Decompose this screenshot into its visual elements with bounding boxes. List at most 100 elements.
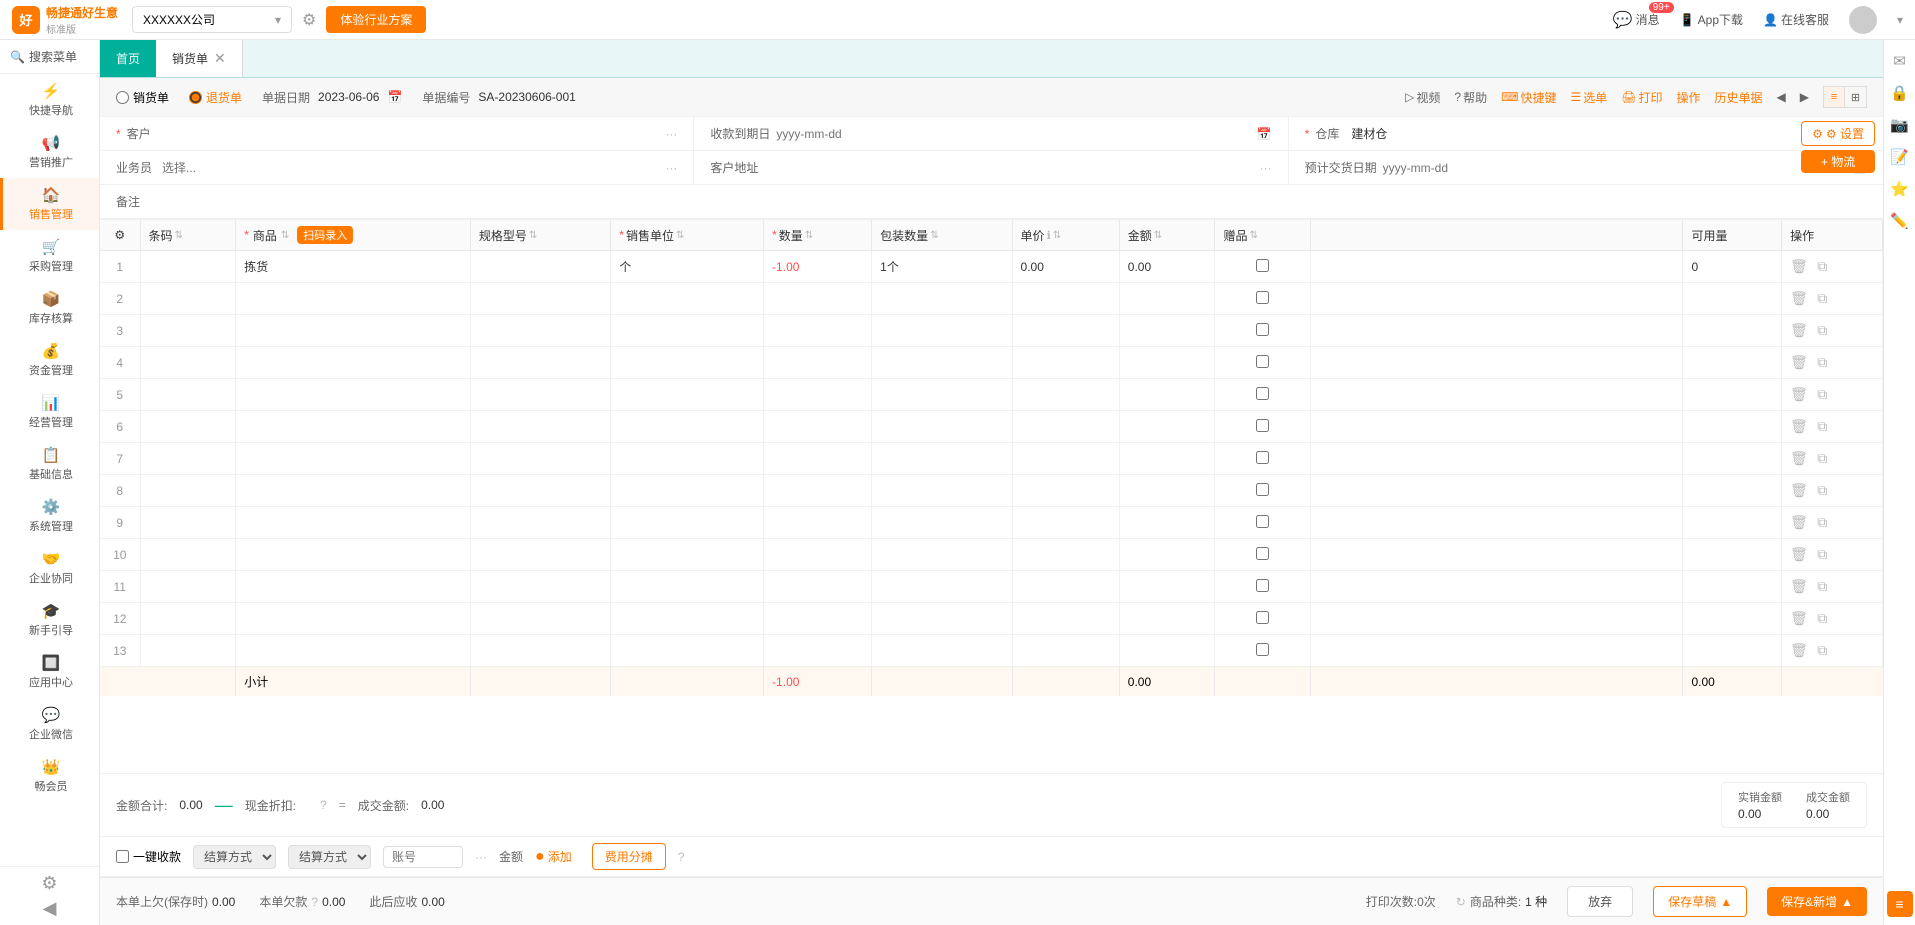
payment-account-input[interactable] — [383, 846, 463, 868]
payment-account-select[interactable]: 结算方式 — [288, 845, 371, 869]
sidebar-item-basic-info[interactable]: 📋 基础信息 — [0, 438, 99, 490]
customer-address-field[interactable]: 客户地址 ··· — [694, 151, 1288, 185]
gear-icon[interactable]: ⚙ — [302, 10, 316, 30]
sidebar-item-management[interactable]: 📊 经营管理 — [0, 386, 99, 438]
delete-row-btn[interactable]: 🗑 — [1790, 482, 1808, 498]
payment-method-select[interactable]: 结算方式 — [193, 845, 276, 869]
save-draft-btn[interactable]: 保存草稿 ▲ — [1653, 886, 1747, 917]
save-new-btn[interactable]: 保存&新增 ▲ — [1767, 887, 1867, 916]
sidebar-item-marketing[interactable]: 📢 营销推广 — [0, 126, 99, 178]
bill-type-return[interactable]: 退货单 — [189, 89, 242, 106]
gift-checkbox[interactable] — [1256, 547, 1269, 560]
gift-checkbox[interactable] — [1256, 259, 1269, 272]
gift-checkbox[interactable] — [1256, 643, 1269, 656]
gift-checkbox[interactable] — [1256, 323, 1269, 336]
gift-checkbox[interactable] — [1256, 291, 1269, 304]
sort-price-icon[interactable]: ⇅ — [1053, 230, 1061, 241]
gift-checkbox[interactable] — [1256, 515, 1269, 528]
sidebar-item-purchase[interactable]: 🛒 采购管理 — [0, 230, 99, 282]
tab-home[interactable]: 首页 — [100, 40, 156, 77]
settings-gear-icon[interactable]: ⚙ — [114, 228, 125, 242]
delivery-date-field[interactable]: 预计交货日期 📅 — [1289, 151, 1883, 185]
gift-checkbox[interactable] — [1256, 483, 1269, 496]
help-q-icon[interactable]: ? — [320, 798, 327, 812]
bill-type-sales[interactable]: 销货单 — [116, 89, 169, 106]
copy-row-btn[interactable]: ⧉ — [1817, 354, 1827, 370]
avatar[interactable] — [1849, 6, 1877, 34]
grid-view-btn[interactable]: ⊞ — [1845, 86, 1867, 108]
sort-qty-icon[interactable]: ⇅ — [805, 230, 813, 241]
print-btn[interactable]: 🖨 打印 — [1621, 89, 1662, 106]
copy-row-btn[interactable]: ⧉ — [1817, 418, 1827, 434]
copy-row-btn[interactable]: ⧉ — [1817, 450, 1827, 466]
delete-row-btn[interactable]: 🗑 — [1790, 450, 1808, 466]
calendar-icon[interactable]: 📅 — [387, 90, 402, 104]
salesperson-ellipsis[interactable]: ··· — [665, 161, 677, 175]
sidebar-item-wechat[interactable]: 💬 企业微信 — [0, 698, 99, 750]
sidebar-collapse-btn[interactable]: ◀ — [43, 898, 57, 919]
copy-row-btn[interactable]: ⧉ — [1817, 546, 1827, 562]
gift-checkbox[interactable] — [1256, 355, 1269, 368]
salesperson-input[interactable] — [162, 161, 659, 175]
delete-row-btn[interactable]: 🗑 — [1790, 322, 1808, 338]
payment-date-field[interactable]: 收款到期日 📅 — [694, 117, 1288, 151]
sort-amount-icon[interactable]: ⇅ — [1154, 230, 1162, 241]
sort-spec-icon[interactable]: ⇅ — [529, 230, 537, 241]
video-btn[interactable]: ▷ 视频 — [1405, 89, 1440, 106]
sort-unit-icon[interactable]: ⇅ — [676, 230, 684, 241]
sidebar-item-apps[interactable]: 🔲 应用中心 — [0, 646, 99, 698]
salesperson-field[interactable]: 业务员 ··· — [100, 151, 694, 185]
shortcut-btn[interactable]: ⌨ 快捷键 — [1501, 89, 1556, 106]
sidebar-search[interactable]: 🔍 搜索菜单 — [0, 40, 99, 74]
payment-help-icon[interactable]: ? — [678, 850, 685, 864]
sidebar-item-finance[interactable]: 💰 资金管理 — [0, 334, 99, 386]
remark-field[interactable]: 备注 — [100, 185, 1883, 219]
history-btn[interactable]: 历史单据 — [1715, 89, 1763, 106]
address-input[interactable] — [764, 161, 1253, 175]
gift-checkbox[interactable] — [1256, 579, 1269, 592]
online-support-btn[interactable]: 👤 在线客服 — [1763, 11, 1829, 28]
trial-btn[interactable]: 体验行业方案 — [326, 6, 426, 33]
list-view-btn[interactable]: ≡ — [1823, 86, 1845, 108]
delete-row-btn[interactable]: 🗑 — [1790, 354, 1808, 370]
address-ellipsis[interactable]: ··· — [1260, 161, 1272, 175]
prev-nav-btn[interactable]: ◀ — [1777, 90, 1786, 104]
copy-row-btn[interactable]: ⧉ — [1817, 322, 1827, 338]
rp-lock-icon[interactable]: 🔒 — [1887, 80, 1913, 106]
sort-gift-icon[interactable]: ⇅ — [1249, 230, 1257, 241]
minus-icon[interactable]: — — [215, 795, 233, 816]
copy-row-btn[interactable]: ⧉ — [1817, 386, 1827, 402]
sidebar-item-cooperation[interactable]: 🤝 企业协同 — [0, 542, 99, 594]
delete-row-btn[interactable]: 🗑 — [1790, 514, 1808, 530]
select-bill-btn[interactable]: ☰ 选单 — [1570, 89, 1607, 106]
delete-row-btn[interactable]: 🗑 — [1790, 610, 1808, 626]
rp-message-icon[interactable]: ✉ — [1887, 48, 1913, 74]
add-payment-btn[interactable]: ● 添加 — [535, 848, 572, 866]
price-info-icon[interactable]: ℹ — [1047, 229, 1051, 242]
sidebar-item-inventory[interactable]: 📦 库存核算 — [0, 282, 99, 334]
copy-row-btn[interactable]: ⧉ — [1817, 258, 1827, 274]
gift-checkbox[interactable] — [1256, 387, 1269, 400]
one-click-payment-label[interactable]: 一键收款 — [116, 848, 181, 865]
operate-btn[interactable]: 操作 — [1677, 89, 1701, 106]
radio-return[interactable] — [189, 91, 202, 104]
copy-row-btn[interactable]: ⧉ — [1817, 610, 1827, 626]
payment-date-calendar-icon[interactable]: 📅 — [1257, 127, 1272, 141]
scan-btn[interactable]: 扫码录入 — [297, 226, 353, 244]
discard-btn[interactable]: 放弃 — [1567, 886, 1633, 917]
help-btn[interactable]: ? 帮助 — [1454, 89, 1487, 106]
message-btn[interactable]: 💬 99+ 消息 — [1613, 10, 1660, 30]
sort-product-icon[interactable]: ⇅ — [281, 230, 289, 241]
settings-btn[interactable]: ⚙ ⚙ 设置 — [1801, 121, 1875, 146]
sidebar-item-guide[interactable]: 🎓 新手引导 — [0, 594, 99, 646]
copy-row-btn[interactable]: ⧉ — [1817, 482, 1827, 498]
delete-row-btn[interactable]: 🗑 — [1790, 418, 1808, 434]
copy-row-btn[interactable]: ⧉ — [1817, 514, 1827, 530]
sidebar-item-member[interactable]: 👑 畅会员 — [0, 750, 99, 802]
sidebar-item-quick-nav[interactable]: ⚡ 快捷导航 — [0, 74, 99, 126]
copy-row-btn[interactable]: ⧉ — [1817, 578, 1827, 594]
rp-camera-icon[interactable]: 📷 — [1887, 112, 1913, 138]
one-click-checkbox[interactable] — [116, 850, 129, 863]
rp-edit-icon[interactable]: 📝 — [1887, 144, 1913, 170]
copy-row-btn[interactable]: ⧉ — [1817, 642, 1827, 658]
